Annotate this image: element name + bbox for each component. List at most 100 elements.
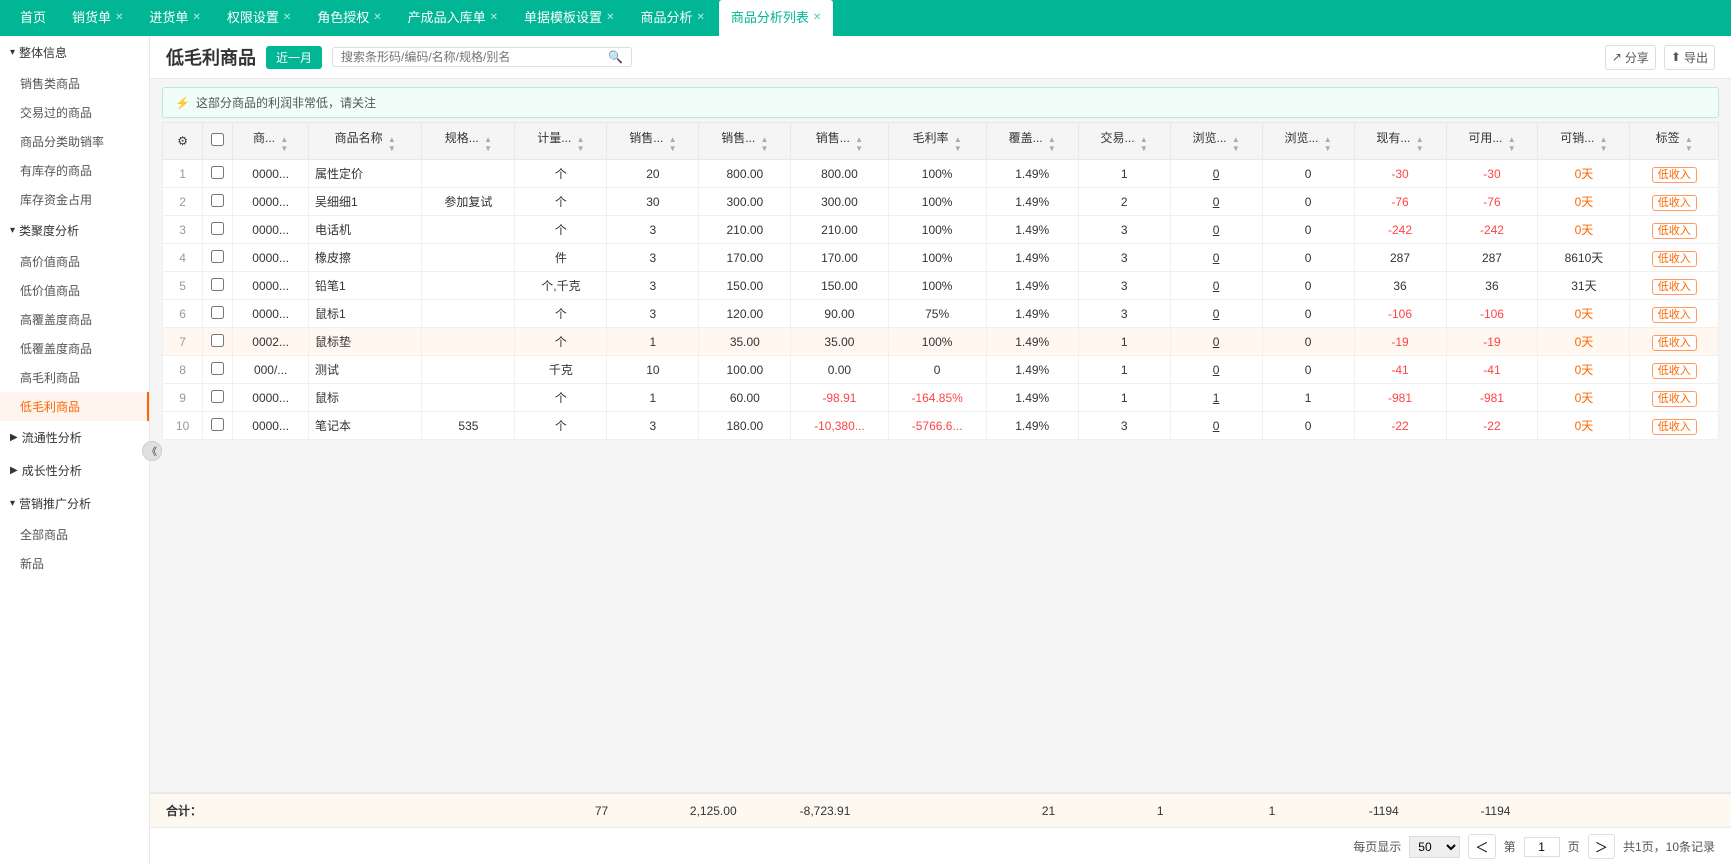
col-spec[interactable]: 规格... ▲▼: [422, 123, 515, 160]
nav-sales-close[interactable]: ✕: [115, 4, 123, 32]
sidebar-group-circulation[interactable]: ▶ 流通性分析: [0, 421, 149, 454]
row-browse1[interactable]: 0: [1170, 216, 1262, 244]
search-icon[interactable]: 🔍: [608, 50, 623, 64]
row-code: 0000...: [233, 272, 309, 300]
page-number-input[interactable]: [1524, 837, 1560, 857]
row-browse1[interactable]: 0: [1170, 328, 1262, 356]
sidebar-group-growth[interactable]: ▶ 成长性分析: [0, 454, 149, 487]
nav-templates[interactable]: 单据模板设置 ✕: [512, 0, 626, 36]
prev-page-button[interactable]: ＜: [1468, 834, 1495, 859]
col-saleable[interactable]: 可销... ▲▼: [1538, 123, 1630, 160]
sidebar-item-high-value[interactable]: 高价值商品: [0, 247, 149, 276]
row-browse1[interactable]: 0: [1170, 160, 1262, 188]
main-layout: ▾ 整体信息 销售类商品 交易过的商品 商品分类助销率 有库存的商品 库存资金占…: [0, 36, 1731, 865]
sidebar-group-marketing[interactable]: ▾ 营销推广分析: [0, 487, 149, 520]
sidebar-item-stock-capital[interactable]: 库存资金占用: [0, 185, 149, 214]
nav-products-close[interactable]: ✕: [490, 4, 498, 32]
row-checkbox[interactable]: [203, 188, 233, 216]
col-checkbox[interactable]: [203, 123, 233, 160]
row-browse1[interactable]: 0: [1170, 412, 1262, 440]
sidebar-group-cluster[interactable]: ▾ 类聚度分析: [0, 214, 149, 247]
sidebar-item-high-coverage[interactable]: 高覆盖度商品: [0, 305, 149, 334]
sidebar-item-stock-products[interactable]: 有库存的商品: [0, 156, 149, 185]
nav-roles[interactable]: 角色授权 ✕: [305, 0, 393, 36]
sidebar: ▾ 整体信息 销售类商品 交易过的商品 商品分类助销率 有库存的商品 库存资金占…: [0, 36, 150, 865]
row-browse1[interactable]: 1: [1170, 384, 1262, 412]
col-available[interactable]: 可用... ▲▼: [1446, 123, 1538, 160]
per-page-select[interactable]: 50 100: [1409, 836, 1460, 858]
row-checkbox[interactable]: [203, 300, 233, 328]
sidebar-collapse-button[interactable]: 《: [142, 441, 162, 461]
nav-permissions[interactable]: 权限设置 ✕: [215, 0, 303, 36]
sidebar-group-overall[interactable]: ▾ 整体信息: [0, 36, 149, 69]
table-wrapper[interactable]: ⚙ 商... ▲▼ 商品名称 ▲▼ 规格... ▲▼ 计量... ▲▼ 销售..…: [162, 122, 1719, 792]
col-coverage[interactable]: 覆盖... ▲▼: [986, 123, 1078, 160]
nav-permissions-close[interactable]: ✕: [283, 4, 291, 32]
row-checkbox[interactable]: [203, 412, 233, 440]
row-checkbox[interactable]: [203, 160, 233, 188]
sidebar-item-sales-products[interactable]: 销售类商品: [0, 69, 149, 98]
col-gross-margin[interactable]: 毛利率 ▲▼: [888, 123, 986, 160]
row-sale-qty: 1: [607, 384, 699, 412]
row-browse1[interactable]: 0: [1170, 188, 1262, 216]
col-current-stock[interactable]: 现有... ▲▼: [1354, 123, 1446, 160]
summary-sale-amount: -8,723.91: [771, 804, 879, 818]
sidebar-item-category-sales-rate[interactable]: 商品分类助销率: [0, 127, 149, 156]
search-input[interactable]: [341, 50, 608, 64]
row-spec: 参加复试: [422, 188, 515, 216]
col-sale-price[interactable]: 销售... ▲▼: [699, 123, 791, 160]
export-button[interactable]: ⬆ 导出: [1664, 45, 1715, 70]
row-browse1[interactable]: 0: [1170, 356, 1262, 384]
row-sale-qty: 3: [607, 300, 699, 328]
col-name[interactable]: 商品名称 ▲▼: [309, 123, 422, 160]
row-checkbox[interactable]: [203, 244, 233, 272]
col-tag[interactable]: 标签 ▲▼: [1630, 123, 1719, 160]
row-browse1[interactable]: 0: [1170, 244, 1262, 272]
nav-sales[interactable]: 销货单 ✕: [60, 0, 135, 36]
col-code[interactable]: 商... ▲▼: [233, 123, 309, 160]
group-marketing-label: 营销推广分析: [19, 495, 91, 512]
sidebar-item-low-coverage[interactable]: 低覆盖度商品: [0, 334, 149, 363]
nav-product-analysis-close[interactable]: ✕: [696, 4, 704, 32]
col-sale-amount[interactable]: 销售... ▲▼: [791, 123, 888, 160]
sidebar-item-new-products[interactable]: 新品: [0, 549, 149, 578]
row-browse1[interactable]: 0: [1170, 300, 1262, 328]
table-row: 2 0000... 吴细细1 参加复试 个 30 300.00 300.00 1…: [163, 188, 1719, 216]
row-checkbox[interactable]: [203, 328, 233, 356]
nav-product-analysis[interactable]: 商品分析 ✕: [628, 0, 716, 36]
row-checkbox[interactable]: [203, 272, 233, 300]
nav-product-analysis-list[interactable]: 商品分析列表 ✕: [719, 0, 833, 36]
col-unit[interactable]: 计量... ▲▼: [515, 123, 607, 160]
sidebar-item-high-margin[interactable]: 高毛利商品: [0, 363, 149, 392]
row-available: -30: [1446, 160, 1538, 188]
row-browse1[interactable]: 0: [1170, 272, 1262, 300]
nav-purchase-close[interactable]: ✕: [192, 4, 200, 32]
row-checkbox[interactable]: [203, 216, 233, 244]
nav-purchase[interactable]: 进货单 ✕: [137, 0, 212, 36]
nav-home[interactable]: 首页: [8, 0, 58, 36]
col-browse1[interactable]: 浏览... ▲▼: [1170, 123, 1262, 160]
row-checkbox[interactable]: [203, 384, 233, 412]
nav-products[interactable]: 产成品入库单 ✕: [396, 0, 510, 36]
sidebar-item-all-products[interactable]: 全部商品: [0, 520, 149, 549]
col-browse2[interactable]: 浏览... ▲▼: [1262, 123, 1354, 160]
row-name: 电话机: [309, 216, 422, 244]
select-all-checkbox[interactable]: [211, 133, 224, 146]
share-button[interactable]: ↗ 分享: [1605, 45, 1656, 70]
sidebar-item-low-margin[interactable]: 低毛利商品: [0, 392, 149, 421]
row-settings: 2: [163, 188, 203, 216]
col-trade-count[interactable]: 交易... ▲▼: [1078, 123, 1170, 160]
row-tag: 低收入: [1630, 216, 1719, 244]
nav-product-analysis-list-close[interactable]: ✕: [813, 4, 821, 32]
sidebar-item-traded-products[interactable]: 交易过的商品: [0, 98, 149, 127]
next-page-button[interactable]: ＞: [1588, 834, 1615, 859]
nav-templates-close[interactable]: ✕: [606, 4, 614, 32]
row-checkbox[interactable]: [203, 356, 233, 384]
row-trade-count: 3: [1078, 244, 1170, 272]
nav-roles-close[interactable]: ✕: [373, 4, 381, 32]
col-sale-qty[interactable]: 销售... ▲▼: [607, 123, 699, 160]
sidebar-item-low-value[interactable]: 低价值商品: [0, 276, 149, 305]
date-filter-button[interactable]: 近一月: [266, 46, 322, 69]
row-unit: 个: [515, 412, 607, 440]
col-settings[interactable]: ⚙: [163, 123, 203, 160]
